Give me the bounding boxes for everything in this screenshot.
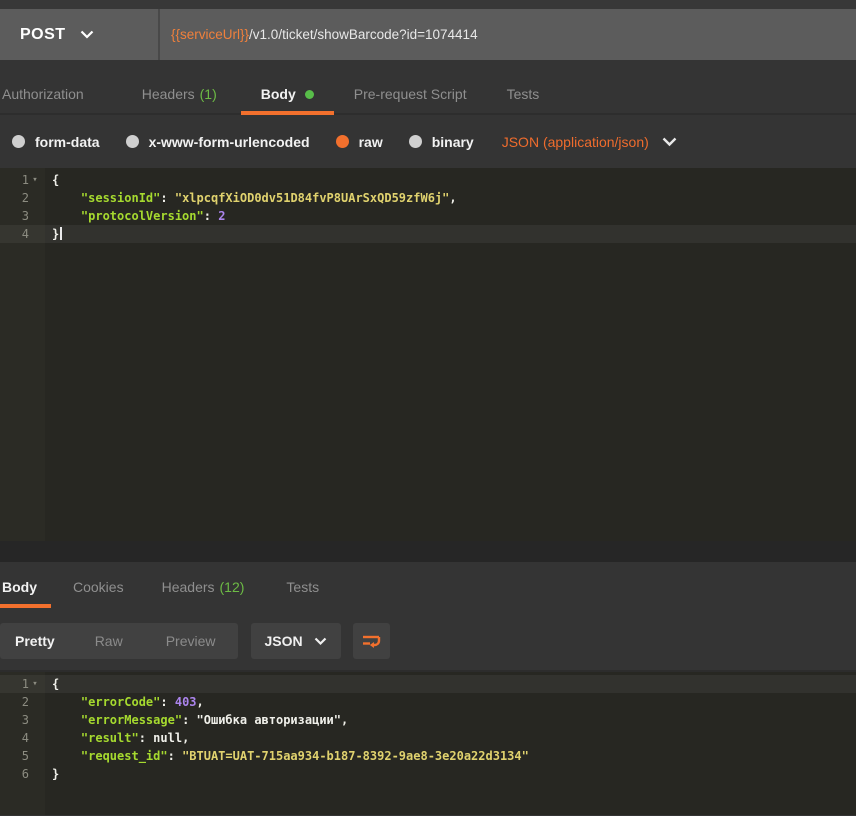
line-number-gutter: 3	[21, 209, 29, 223]
section-divider[interactable]	[0, 541, 856, 562]
code-text: {	[52, 677, 60, 691]
code-text: }	[45, 227, 63, 241]
response-tabs: Body Cookies Headers (12) Tests	[0, 562, 856, 612]
headers-count-badge: (1)	[199, 86, 217, 102]
tab-body[interactable]: Body	[240, 75, 334, 115]
code-text: "sessionId": "xlpcqfXiOD0dv51D84fvP8UArS…	[80, 191, 457, 205]
radio-form-data[interactable]: form-data	[12, 134, 100, 150]
code-text: "errorMessage": "Ошибка авторизации",	[80, 713, 349, 727]
tab-authorization[interactable]: Authorization	[0, 75, 104, 113]
response-tab-headers[interactable]: Headers (12)	[148, 562, 259, 612]
content-type-selector[interactable]: JSON (application/json)	[502, 134, 677, 150]
code-line[interactable]: 6}	[0, 765, 856, 783]
tab-label: Authorization	[2, 86, 84, 102]
response-tab-tests[interactable]: Tests	[272, 562, 333, 612]
tab-label: Pre-request Script	[353, 86, 467, 102]
body-modified-dot-icon	[304, 89, 314, 99]
tab-label: Cookies	[73, 579, 124, 595]
radio-label: binary	[431, 133, 474, 150]
response-tab-body[interactable]: Body	[0, 562, 51, 612]
response-body-viewer[interactable]: 1 ▾{2 "errorCode": 403, 3 "errorMessage": …	[0, 670, 856, 815]
code-line[interactable]: 1 ▾ {	[0, 171, 856, 189]
tab-label: Body	[2, 579, 37, 595]
radio-label: raw	[358, 133, 383, 150]
chevron-down-icon	[80, 30, 93, 39]
tab-label: Tests	[506, 86, 540, 102]
code-line[interactable]: 5 "request_id": "BTUAT=UAT-715aa934-b187…	[0, 747, 856, 765]
code-text: "request_id": "BTUAT=UAT-715aa934-b187-8…	[80, 749, 529, 763]
radio-label: form-data	[35, 133, 100, 150]
response-tab-cookies[interactable]: Cookies	[59, 562, 138, 612]
url-variable: {{serviceUrl}}	[171, 27, 250, 42]
code-text: {	[52, 173, 60, 187]
code-line[interactable]: 4 "result": null,	[0, 729, 856, 747]
code-text: "protocolVersion": 2	[80, 209, 226, 223]
line-number-gutter: 1 ▾	[0, 677, 45, 691]
line-number-gutter: 4	[21, 227, 29, 241]
line-number-gutter: 2	[21, 695, 29, 709]
code-text: "result": null,	[80, 731, 190, 745]
content-type-label: JSON (application/json)	[501, 133, 649, 150]
tab-pre-request-script[interactable]: Pre-request Script	[338, 75, 483, 113]
url-input[interactable]: {{serviceUrl}}/v1.0/ticket/showBarcode?i…	[160, 9, 856, 60]
chevron-down-icon	[662, 137, 677, 146]
tab-headers[interactable]: Headers (1)	[126, 75, 233, 113]
fold-caret-icon[interactable]: ▾	[29, 679, 41, 689]
code-line[interactable]: 3 "protocolVersion": 2	[0, 207, 856, 225]
tab-label: Tests	[286, 579, 320, 595]
radio-x-www-form-urlencoded[interactable]: x-www-form-urlencoded	[125, 133, 310, 150]
tab-label: Body	[260, 86, 296, 102]
radio-circle-icon	[335, 135, 349, 148]
code-line[interactable]: 1 ▾ {	[0, 675, 856, 693]
line-number-gutter: 4	[21, 731, 29, 745]
text-cursor	[60, 227, 63, 240]
line-number-gutter: 1 ▾	[0, 173, 45, 187]
radio-circle-icon	[408, 135, 422, 148]
top-strip	[0, 0, 856, 9]
code-text: "errorCode": 403,	[80, 695, 204, 709]
code-text: }	[52, 767, 60, 781]
response-toolbar: Pretty Raw Preview JSON	[0, 612, 856, 670]
request-body-editor[interactable]: 1 ▾ {2 "sessionId": "xlpcqfXiOD0dv51D84fvP…	[0, 168, 856, 541]
view-pretty-button[interactable]: Pretty	[0, 633, 74, 649]
radio-circle-icon	[125, 135, 139, 148]
wrap-lines-icon	[363, 635, 381, 648]
format-label: JSON	[264, 633, 303, 649]
headers-count-badge: (12)	[219, 579, 245, 595]
url-path: /v1.0/ticket/showBarcode?id=1074414	[249, 27, 478, 42]
tab-label: Headers	[161, 579, 215, 595]
radio-raw[interactable]: raw	[335, 133, 383, 150]
code-line[interactable]: 2 "sessionId": "xlpcqfXiOD0dv51D84fvP8UA…	[0, 189, 856, 207]
request-tabs: Authorization Headers (1) Body Pre-reque…	[0, 75, 856, 115]
radio-label: x-www-form-urlencoded	[148, 133, 310, 150]
postman-window: POST {{serviceUrl}}/v1.0/ticket/showBarc…	[0, 0, 856, 816]
chevron-down-icon	[314, 637, 326, 645]
radio-circle-icon	[12, 135, 25, 148]
code-line[interactable]: 2 "errorCode": 403,	[0, 693, 856, 711]
tab-label: Headers	[141, 86, 195, 102]
method-selector[interactable]: POST	[0, 9, 160, 60]
line-number-gutter: 5	[21, 749, 29, 763]
tab-tests[interactable]: Tests	[487, 75, 560, 113]
method-label: POST	[20, 25, 66, 43]
radio-binary[interactable]: binary	[408, 133, 474, 150]
line-number-gutter: 6	[21, 767, 29, 781]
line-number-gutter: 3	[21, 713, 29, 727]
wrap-lines-button[interactable]	[352, 623, 390, 659]
view-preview-button[interactable]: Preview	[144, 633, 238, 649]
code-line[interactable]: 3 "errorMessage": "Ошибка авторизации",	[0, 711, 856, 729]
line-number-gutter: 2	[21, 191, 29, 205]
response-format-selector[interactable]: JSON	[250, 623, 341, 659]
fold-caret-icon[interactable]: ▾	[29, 175, 41, 185]
view-raw-button[interactable]: Raw	[74, 633, 144, 649]
request-url-bar: POST {{serviceUrl}}/v1.0/ticket/showBarc…	[0, 9, 856, 60]
body-type-row: form-data x-www-form-urlencoded raw bina…	[0, 115, 856, 168]
code-line[interactable]: 4}	[0, 225, 856, 243]
view-toggle-group: Pretty Raw Preview	[0, 623, 238, 659]
